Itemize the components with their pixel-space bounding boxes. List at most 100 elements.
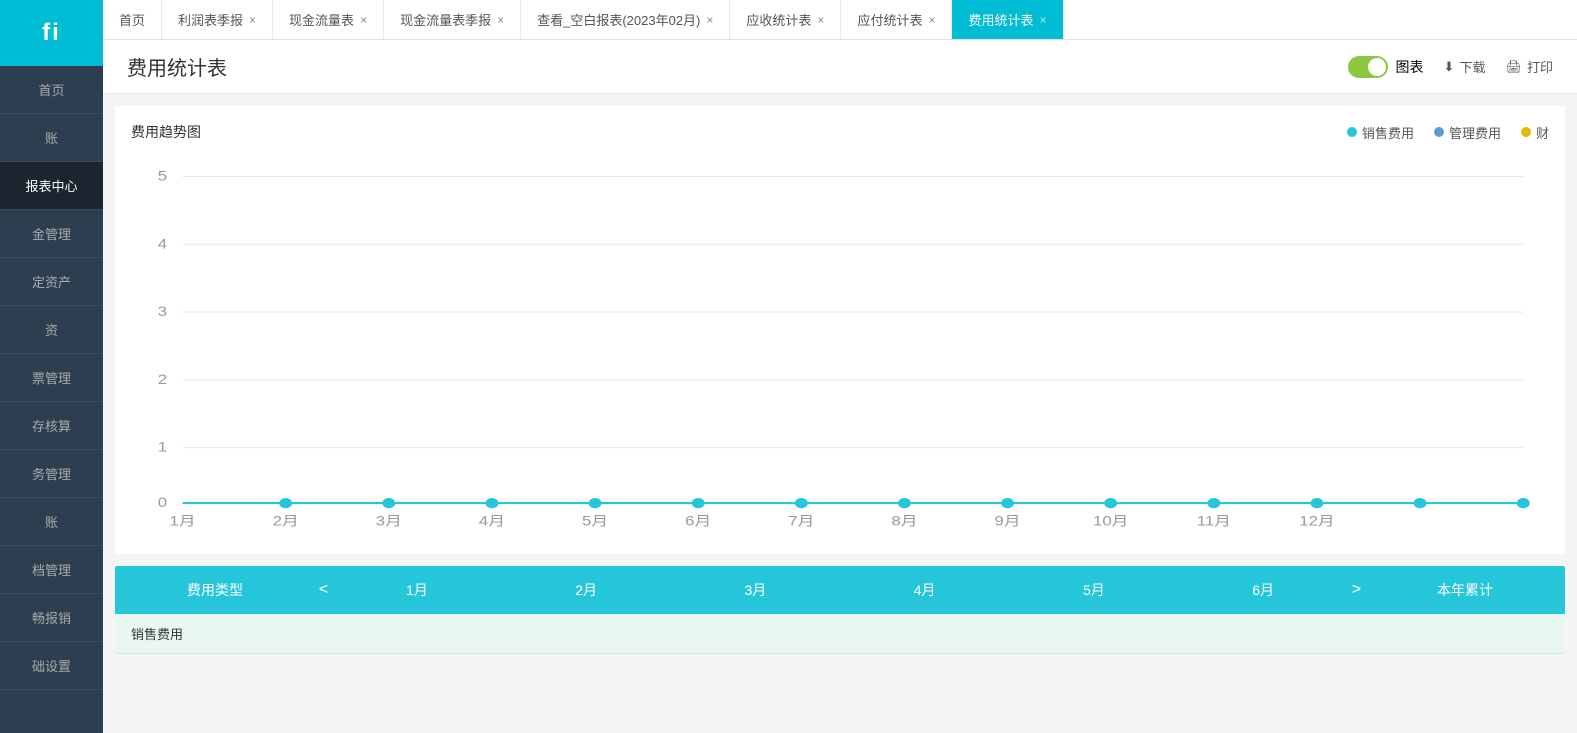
legend-sales: 销售费用 (1347, 123, 1414, 142)
th-month3-label: 3月 (744, 582, 766, 598)
tab-expense-stats[interactable]: 费用统计表 × (952, 0, 1063, 40)
table-prev-button[interactable]: < (315, 581, 332, 599)
th-month1: 1月 (332, 580, 501, 600)
chart-svg: 5 4 3 2 1 0 (131, 158, 1549, 538)
download-button[interactable]: ⬇ 下载 (1444, 57, 1486, 76)
sidebar-item-inventory[interactable]: 存核算 (0, 402, 103, 450)
tab-profit-quarterly-label: 利润表季报 (178, 10, 243, 29)
svg-text:0: 0 (158, 496, 167, 511)
print-icon: 🖨 (1505, 59, 1522, 75)
sidebar-item-tickets[interactable]: 票管理 (0, 354, 103, 402)
tab-payable-close[interactable]: × (928, 13, 935, 27)
svg-text:5: 5 (158, 169, 167, 184)
tab-blank-report-close[interactable]: × (706, 13, 713, 27)
th-month2: 2月 (502, 580, 671, 600)
th-year-total: 本年累计 (1365, 580, 1565, 600)
svg-text:12月: 12月 (1299, 514, 1334, 529)
svg-text:8月: 8月 (891, 514, 917, 529)
sidebar-item-assets[interactable]: 定资产 (0, 258, 103, 306)
sidebar-item-expense[interactable]: 畅报销 (0, 594, 103, 642)
sidebar-item-cash[interactable]: 金管理 (0, 210, 103, 258)
svg-text:2: 2 (158, 372, 167, 387)
tab-receivable-close[interactable]: × (817, 13, 824, 27)
svg-text:4月: 4月 (479, 514, 505, 529)
download-icon: ⬇ (1444, 59, 1455, 75)
legend-finance: 财 (1521, 123, 1549, 142)
th-month3: 3月 (671, 580, 840, 600)
sidebar: fi 首页 账 报表中心 金管理 定资产 资 票管理 存核算 务管理 账 档管理… (0, 0, 103, 733)
tab-bar: 首页 利润表季报 × 现金流量表 × 现金流量表季报 × 查看_空白报表(202… (103, 0, 1577, 40)
svg-text:3: 3 (158, 305, 167, 320)
print-button[interactable]: 🖨 打印 (1505, 57, 1553, 76)
sidebar-item-ledger[interactable]: 账 (0, 498, 103, 546)
td-m4 (844, 626, 1016, 642)
sidebar-item-capital[interactable]: 资 (0, 306, 103, 354)
legend-sales-dot (1347, 127, 1357, 137)
table-header: 费用类型 < 1月 2月 3月 4月 5月 6月 (115, 566, 1565, 614)
td-m5 (1016, 626, 1188, 642)
tab-payable-label: 应付统计表 (857, 10, 922, 29)
header-actions: 图表 ⬇ 下载 🖨 打印 (1348, 56, 1553, 78)
svg-text:7月: 7月 (788, 514, 814, 529)
download-label: 下载 (1459, 57, 1485, 76)
chart-toggle[interactable] (1348, 56, 1388, 78)
svg-text:4: 4 (158, 237, 167, 252)
chart-title: 费用趋势图 (131, 122, 201, 142)
sidebar-logo: fi (0, 0, 103, 66)
th-month4: 4月 (840, 580, 1009, 600)
main-area: 首页 利润表季报 × 现金流量表 × 现金流量表季报 × 查看_空白报表(202… (103, 0, 1577, 733)
svg-text:3月: 3月 (376, 514, 402, 529)
toggle-wrap: 图表 (1348, 56, 1424, 78)
td-m1 (327, 626, 499, 642)
sidebar-item-services[interactable]: 务管理 (0, 450, 103, 498)
sidebar-item-home[interactable]: 首页 (0, 66, 103, 114)
tab-cashflow-label: 现金流量表 (289, 10, 354, 29)
sidebar-item-archives[interactable]: 档管理 (0, 546, 103, 594)
legend-admin: 管理费用 (1434, 123, 1501, 142)
tab-blank-report[interactable]: 查看_空白报表(2023年02月) × (521, 0, 730, 40)
page-header: 费用统计表 图表 ⬇ 下载 🖨 打印 (103, 40, 1577, 94)
th-month5: 5月 (1009, 580, 1178, 600)
legend-sales-label: 销售费用 (1362, 123, 1414, 142)
page-title: 费用统计表 (127, 52, 227, 81)
chart-section: 费用趋势图 销售费用 管理费用 财 (115, 106, 1565, 554)
legend-finance-label: 财 (1536, 123, 1549, 142)
svg-text:10月: 10月 (1093, 514, 1128, 529)
td-m6 (1189, 626, 1361, 642)
th-month2-label: 2月 (575, 582, 597, 598)
page-content: 费用统计表 图表 ⬇ 下载 🖨 打印 费用趋势图 (103, 40, 1577, 733)
tab-home-label: 首页 (119, 10, 145, 29)
tab-profit-quarterly[interactable]: 利润表季报 × (162, 0, 273, 40)
td-type: 销售费用 (115, 616, 327, 651)
sidebar-item-account[interactable]: 账 (0, 114, 103, 162)
td-m3 (672, 626, 844, 642)
table-row: 销售费用 (115, 614, 1565, 654)
chart-title-row: 费用趋势图 销售费用 管理费用 财 (131, 122, 1549, 142)
th-month1-label: 1月 (406, 582, 428, 598)
table-next-button[interactable]: > (1348, 581, 1365, 599)
tab-receivable[interactable]: 应收统计表 × (730, 0, 841, 40)
tab-cashflow-close[interactable]: × (360, 13, 367, 27)
tab-home[interactable]: 首页 (103, 0, 162, 40)
svg-text:9月: 9月 (995, 514, 1021, 529)
th-type-label: 费用类型 (187, 582, 243, 598)
tab-cashflow-quarterly[interactable]: 现金流量表季报 × (384, 0, 521, 40)
th-month6: 6月 (1179, 580, 1348, 600)
print-label: 打印 (1527, 57, 1553, 76)
toggle-label: 图表 (1396, 57, 1424, 77)
tab-blank-report-label: 查看_空白报表(2023年02月) (537, 10, 700, 29)
tab-payable[interactable]: 应付统计表 × (841, 0, 952, 40)
legend-finance-dot (1521, 127, 1531, 137)
tab-expense-stats-close[interactable]: × (1039, 13, 1046, 27)
sidebar-item-reports[interactable]: 报表中心 (0, 162, 103, 210)
sidebar-item-settings[interactable]: 础设置 (0, 642, 103, 690)
tab-receivable-label: 应收统计表 (746, 10, 811, 29)
td-total (1361, 626, 1565, 642)
tab-cashflow-quarterly-close[interactable]: × (497, 13, 504, 27)
chart-legend: 销售费用 管理费用 财 (1347, 123, 1549, 142)
tab-profit-quarterly-close[interactable]: × (249, 13, 256, 27)
tab-expense-stats-label: 费用统计表 (968, 10, 1033, 29)
th-month5-label: 5月 (1083, 582, 1105, 598)
tab-cashflow[interactable]: 现金流量表 × (273, 0, 384, 40)
table-section: 费用类型 < 1月 2月 3月 4月 5月 6月 (115, 566, 1565, 654)
